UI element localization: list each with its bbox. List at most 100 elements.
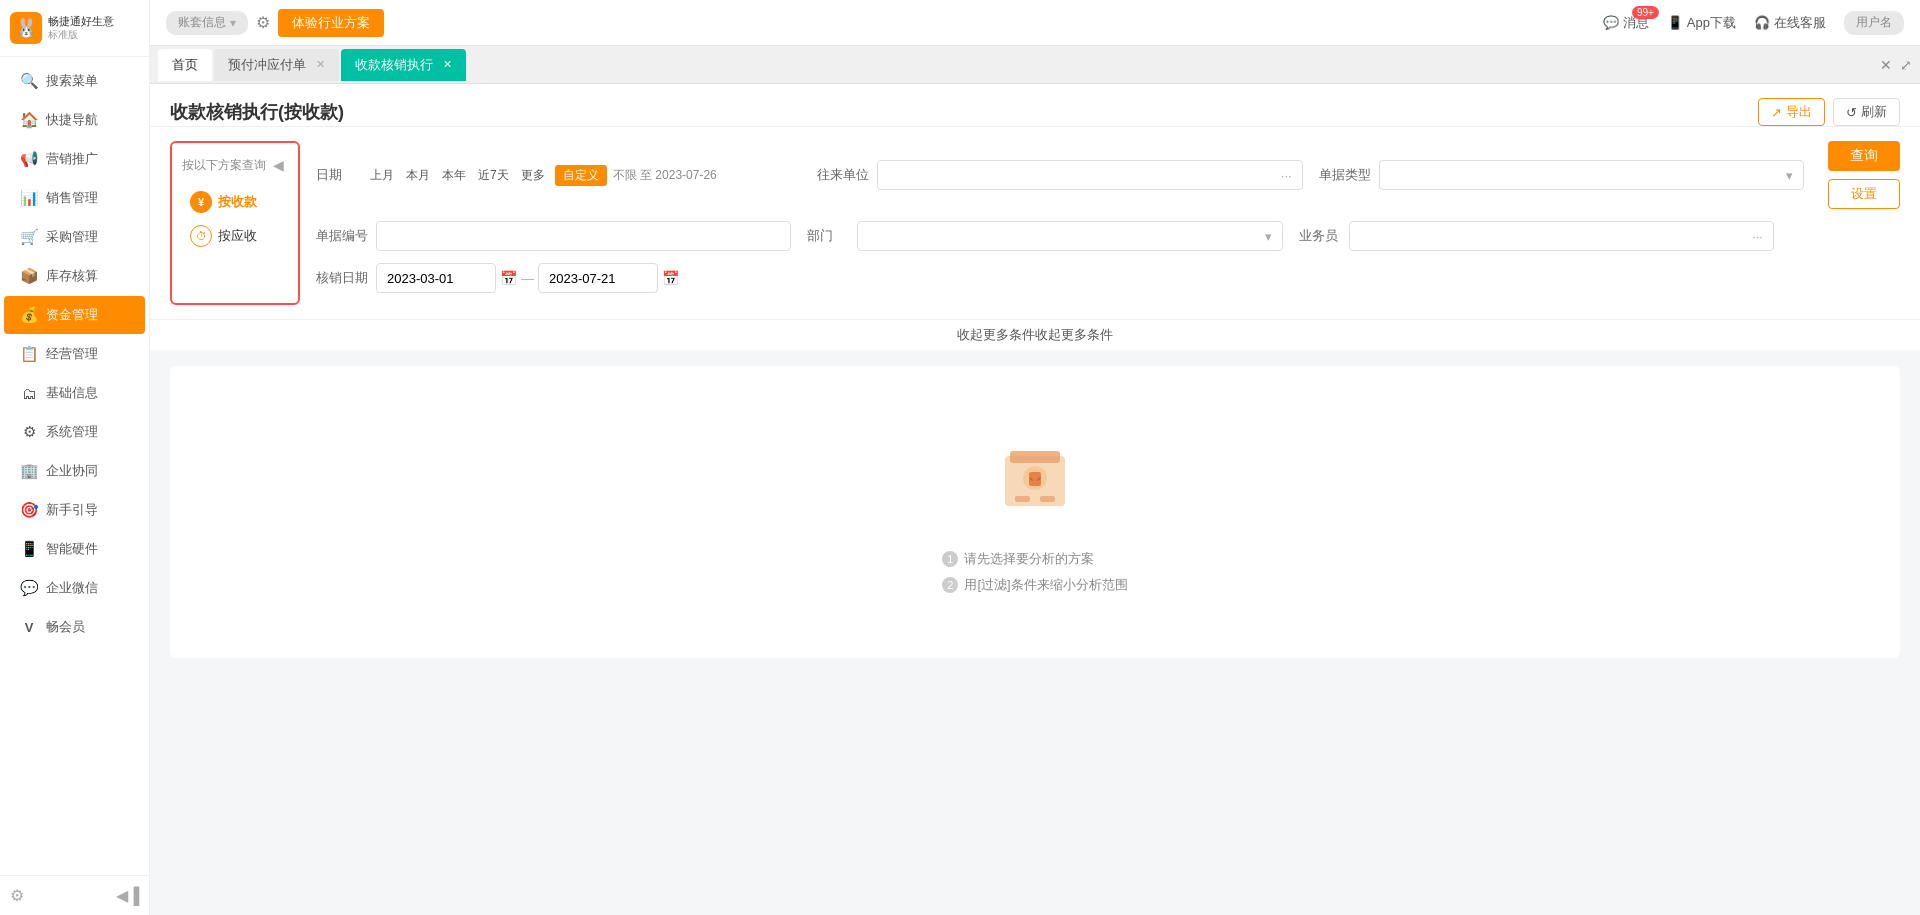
- sidebar-item-search-menu[interactable]: 🔍搜索菜单: [4, 62, 145, 100]
- account-chevron-icon: ▾: [230, 16, 236, 30]
- sidebar-item-purchase[interactable]: 🛒采购管理: [4, 218, 145, 256]
- filter-sidebar-collapse-icon[interactable]: ◀: [269, 153, 288, 177]
- sidebar-item-smart-hw[interactable]: 📱智能硬件: [4, 530, 145, 568]
- verify-date-end-calendar-icon[interactable]: 📅: [662, 270, 679, 286]
- page-actions: ↗ 导出 ↺ 刷新: [1758, 98, 1900, 126]
- verify-date-start-calendar-icon[interactable]: 📅: [500, 270, 517, 286]
- verify-date-group: 📅 — 📅: [376, 263, 1900, 293]
- main-area: 账套信息 ▾ ⚙ 体验行业方案 💬 消息 99+ 📱 App下载 🎧 在线客服 …: [150, 0, 1920, 915]
- doc-type-select[interactable]: ▾: [1379, 160, 1804, 190]
- tab-collection-label: 收款核销执行: [355, 56, 433, 74]
- sidebar-item-wechat[interactable]: 💬企业微信: [4, 569, 145, 607]
- svg-rect-4: [1015, 496, 1030, 502]
- export-btn[interactable]: ↗ 导出: [1758, 98, 1825, 126]
- system-icon: ⚙: [20, 423, 38, 441]
- filter-field-dept: 部门 ▾: [807, 221, 1282, 251]
- date-range-text: 不限 至 2023-07-26: [613, 167, 717, 184]
- tab-prepay-label: 预付冲应付单: [228, 56, 306, 74]
- filter-row-3: 核销日期 📅 — 📅: [316, 263, 1900, 293]
- close-tab-icon[interactable]: ✕: [1880, 57, 1892, 73]
- marketing-icon: 📢: [20, 150, 38, 168]
- doc-type-label: 单据类型: [1319, 166, 1371, 184]
- filter-receipt-icon: ¥: [190, 191, 212, 213]
- wechat-icon: 💬: [20, 579, 38, 597]
- sidebar-item-sales[interactable]: 📊销售管理: [4, 179, 145, 217]
- tab-collection-close-icon[interactable]: ✕: [443, 58, 452, 71]
- refresh-btn[interactable]: ↺ 刷新: [1833, 98, 1900, 126]
- staff-select[interactable]: ···: [1349, 221, 1774, 251]
- inventory-icon: 📦: [20, 267, 38, 285]
- filter-sidebar: 按以下方案查询 ◀ ¥ 按收款 ⏱ 按应收: [170, 141, 300, 305]
- account-selector[interactable]: 账套信息 ▾: [166, 11, 248, 35]
- query-btn[interactable]: 查询: [1828, 141, 1900, 171]
- svg-rect-5: [1040, 496, 1055, 502]
- counterpart-select[interactable]: ···: [877, 160, 1302, 190]
- sidebar-item-basic-info[interactable]: 🗂基础信息: [4, 374, 145, 412]
- filter-row-1: 日期 上月 本月 本年 近7天 更多 自定义 不限 至 2023-07-26: [316, 141, 1900, 209]
- sidebar: 🐰 畅捷通好生意 标准版 🔍搜索菜单 🏠快捷导航 📢营销推广 📊销售管理 🛒采购…: [0, 0, 150, 915]
- date-btn-more[interactable]: 更多: [517, 165, 549, 186]
- filter-field-verify-date: 核销日期 📅 — 📅: [316, 263, 1900, 293]
- sidebar-item-system[interactable]: ⚙系统管理: [4, 413, 145, 451]
- tab-home[interactable]: 首页: [158, 49, 212, 81]
- doc-no-input[interactable]: [376, 221, 791, 251]
- filter-row-2: 单据编号 部门 ▾ 业务员 ···: [316, 221, 1900, 251]
- sidebar-item-vip[interactable]: V畅会员: [4, 608, 145, 646]
- content-area: 收款核销执行(按收款) ↗ 导出 ↺ 刷新 按以下方案查询: [150, 84, 1920, 915]
- finance-icon: 💰: [20, 306, 38, 324]
- empty-tip-2: 用[过滤]条件来缩小分析范围: [942, 572, 1127, 598]
- filter-receivable-icon: ⏱: [190, 225, 212, 247]
- tab-prepay-close-icon[interactable]: ✕: [316, 58, 325, 71]
- verify-date-end-input[interactable]: [538, 263, 658, 293]
- dept-select[interactable]: ▾: [857, 221, 1282, 251]
- expand-tab-icon[interactable]: ⤢: [1900, 57, 1912, 73]
- filter-option-by-receipt[interactable]: ¥ 按收款: [182, 185, 288, 219]
- counterpart-label: 往来单位: [817, 166, 869, 184]
- date-group: 上月 本月 本年 近7天 更多 自定义 不限 至 2023-07-26: [366, 165, 801, 186]
- date-custom-btn[interactable]: 自定义: [555, 165, 607, 186]
- filter-actions: 查询 设置: [1820, 141, 1900, 209]
- sidebar-item-marketing[interactable]: 📢营销推广: [4, 140, 145, 178]
- settings-icon[interactable]: ⚙: [10, 886, 24, 905]
- sidebar-item-enterprise[interactable]: 🏢企业协同: [4, 452, 145, 490]
- logo-title: 畅捷通好生意: [48, 14, 114, 28]
- user-account[interactable]: 用户名: [1844, 11, 1904, 35]
- enterprise-icon: 🏢: [20, 462, 38, 480]
- collapse-sidebar-icon[interactable]: ◀▐: [116, 886, 139, 905]
- tab-prepay[interactable]: 预付冲应付单 ✕: [214, 49, 339, 81]
- filter-form: 日期 上月 本月 本年 近7天 更多 自定义 不限 至 2023-07-26: [316, 141, 1900, 305]
- sidebar-item-finance[interactable]: 💰资金管理: [4, 296, 145, 334]
- app-download-btn[interactable]: 📱 App下载: [1667, 14, 1736, 32]
- sidebar-item-operations[interactable]: 📋经营管理: [4, 335, 145, 373]
- sidebar-item-quick-nav[interactable]: 🏠快捷导航: [4, 101, 145, 139]
- date-btn-last-month[interactable]: 上月: [366, 165, 398, 186]
- setting-btn[interactable]: 设置: [1828, 179, 1900, 209]
- empty-state: 请先选择要分析的方案 用[过滤]条件来缩小分析范围: [170, 366, 1900, 658]
- filter-option-by-receivable[interactable]: ⏱ 按应收: [182, 219, 288, 253]
- verify-date-start-input[interactable]: [376, 263, 496, 293]
- date-btn-this-year[interactable]: 本年: [438, 165, 470, 186]
- trial-btn[interactable]: 体验行业方案: [278, 9, 384, 37]
- service-btn[interactable]: 🎧 在线客服: [1754, 14, 1826, 32]
- purchase-icon: 🛒: [20, 228, 38, 246]
- date-btn-this-month[interactable]: 本月: [402, 165, 434, 186]
- svg-rect-1: [1010, 451, 1060, 463]
- service-icon: 🎧: [1754, 15, 1770, 30]
- tab-home-label: 首页: [172, 56, 198, 74]
- settings-gear-icon[interactable]: ⚙: [256, 13, 270, 32]
- filter-field-doc-type: 单据类型 ▾: [1319, 160, 1804, 190]
- sidebar-item-beginner[interactable]: 🎯新手引导: [4, 491, 145, 529]
- filter-sidebar-title: 按以下方案查询 ◀: [182, 153, 288, 177]
- sidebar-nav: 🔍搜索菜单 🏠快捷导航 📢营销推广 📊销售管理 🛒采购管理 📦库存核算 💰资金管…: [0, 57, 149, 875]
- doc-type-chevron-icon: ▾: [1786, 168, 1793, 183]
- operations-icon: 📋: [20, 345, 38, 363]
- tab-collection[interactable]: 收款核销执行 ✕: [341, 49, 466, 81]
- app-icon: 📱: [1667, 15, 1683, 30]
- messages-btn[interactable]: 💬 消息 99+: [1603, 14, 1649, 32]
- sidebar-item-inventory[interactable]: 📦库存核算: [4, 257, 145, 295]
- user-name: 用户名: [1856, 14, 1892, 31]
- date-btn-7days[interactable]: 近7天: [474, 165, 513, 186]
- staff-label: 业务员: [1299, 227, 1341, 245]
- collapse-more-btn[interactable]: 收起更多条件: [957, 326, 1035, 344]
- export-icon: ↗: [1771, 105, 1782, 120]
